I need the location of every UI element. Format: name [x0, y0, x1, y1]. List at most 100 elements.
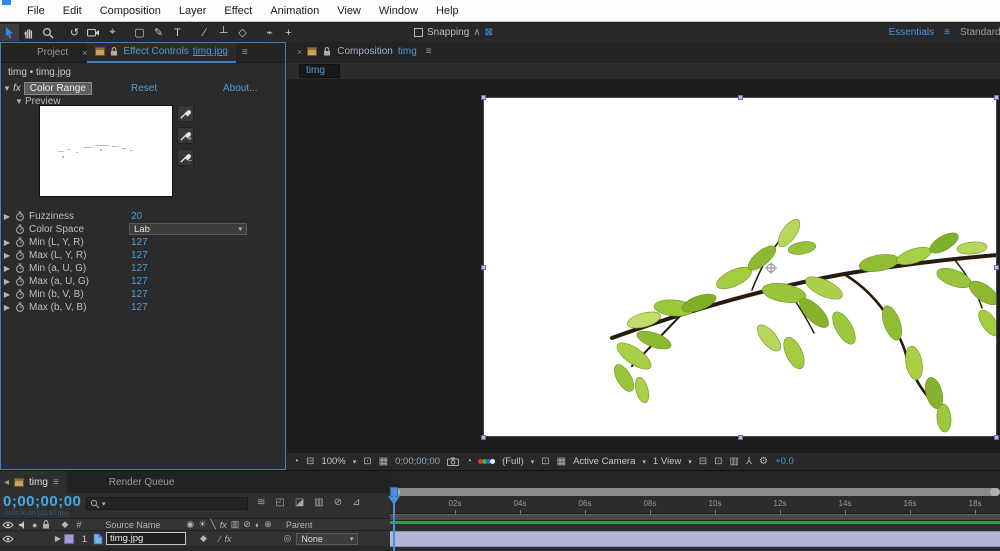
composition-viewer[interactable] [287, 79, 1000, 452]
time-ruler[interactable]: 02s 04s 06s 08s 10s 12s 14s 16s 18s [390, 496, 1000, 514]
shy-switch-icon[interactable]: ◉ [186, 519, 194, 530]
preview-expander-icon[interactable]: ▼ [13, 97, 25, 106]
graph-editor-icon[interactable]: ⊿ [352, 497, 360, 508]
lock-column-icon[interactable] [41, 519, 51, 530]
effect-expander-icon[interactable]: ▼ [1, 84, 13, 93]
panel-menu-icon[interactable]: ≡ [242, 47, 248, 58]
preview-matte-thumbnail[interactable] [39, 105, 173, 197]
parent-column-label[interactable]: Parent [286, 520, 313, 530]
magnification-value[interactable]: 100% [321, 456, 345, 467]
property-row-min-bvb[interactable]: ▶ Min (b, V, B) 127 [1, 288, 285, 301]
reset-exposure-icon[interactable]: ⚙ [759, 456, 768, 467]
stopwatch-icon[interactable] [15, 224, 25, 235]
layer-track-lane[interactable] [390, 524, 1000, 551]
brush-tool-icon[interactable]: ∕ [195, 24, 214, 41]
navigator-end-handle[interactable] [990, 488, 1000, 496]
property-row-color-space[interactable]: Color Space Lab ▾ [1, 223, 285, 236]
menu-animation[interactable]: Animation [261, 5, 328, 17]
stopwatch-icon[interactable] [15, 302, 25, 313]
expander-icon[interactable]: ▶ [1, 303, 13, 312]
zoom-tool-icon[interactable] [38, 24, 57, 41]
parent-pickwhip-icon[interactable]: ◎ [283, 533, 291, 544]
eraser-tool-icon[interactable]: ◇ [233, 24, 252, 41]
camera-tool-icon[interactable] [84, 24, 103, 41]
property-value[interactable]: 127 [131, 302, 148, 313]
tab-render-queue[interactable]: Render Queue [109, 477, 175, 488]
property-value[interactable]: 127 [131, 250, 148, 261]
camera-caret-icon[interactable]: ▾ [642, 458, 646, 466]
expander-icon[interactable]: ▶ [1, 251, 13, 260]
layer-label-color-chip[interactable] [64, 534, 74, 544]
layer-expander-icon[interactable]: ▶ [52, 534, 64, 543]
menu-view[interactable]: View [328, 5, 370, 17]
guides-icon[interactable]: ⊡ [363, 456, 371, 467]
key-color-eyedropper-button[interactable] [177, 105, 194, 122]
snapping-checkbox[interactable] [414, 28, 423, 37]
effect-header-row[interactable]: ▼ fx Color Range Reset About... [1, 81, 285, 95]
solo-column-icon[interactable]: ● [32, 520, 37, 530]
fast-previews-icon[interactable]: ⊡ [714, 456, 722, 467]
selection-handle[interactable] [994, 95, 999, 100]
property-row-fuzziness[interactable]: ▶ Fuzziness 20 [1, 210, 285, 223]
menu-layer[interactable]: Layer [170, 5, 216, 17]
collapse-switch-icon[interactable]: ☀ [198, 519, 206, 530]
motion-blur-icon[interactable]: ⊘ [334, 497, 342, 508]
property-row-min-aug[interactable]: ▶ Min (a, U, G) 127 [1, 262, 285, 275]
rectangle-tool-icon[interactable]: ▢ [130, 24, 149, 41]
resolution-value[interactable]: (Full) [502, 456, 524, 467]
menu-effect[interactable]: Effect [215, 5, 261, 17]
workspace-standard[interactable]: Standard [960, 27, 1000, 38]
menu-composition[interactable]: Composition [91, 5, 170, 17]
pan-behind-tool-icon[interactable]: ⌖ [103, 24, 122, 41]
stopwatch-icon[interactable] [15, 263, 25, 274]
draft-3d-icon[interactable]: ◰ [275, 497, 284, 508]
stopwatch-icon[interactable] [15, 276, 25, 287]
tab-effect-controls[interactable]: Effect Controls timg.jpg [87, 43, 235, 63]
active-camera-value[interactable]: Active Camera [573, 456, 635, 467]
stopwatch-icon[interactable] [15, 289, 25, 300]
pen-tool-icon[interactable]: ✎ [149, 24, 168, 41]
show-channels-icon[interactable] [479, 459, 495, 464]
layer-quality-icon[interactable]: ∕ [219, 534, 221, 544]
tab-composition-label[interactable]: Composition [337, 46, 393, 57]
selection-handle[interactable] [994, 435, 999, 440]
menu-file[interactable]: File [18, 5, 54, 17]
time-navigator[interactable] [390, 488, 1000, 496]
property-row-max-aug[interactable]: ▶ Max (a, U, G) 127 [1, 275, 285, 288]
selection-handle[interactable] [738, 95, 743, 100]
effect-reset-link[interactable]: Reset [131, 83, 157, 94]
fx-switch-icon[interactable]: fx [220, 520, 227, 530]
add-color-eyedropper-button[interactable]: + [177, 127, 194, 144]
rotate-tool-icon[interactable]: ↺ [65, 24, 84, 41]
panel-menu-icon[interactable]: ≡ [53, 477, 59, 488]
layer-collapse-icon[interactable]: ◆ [200, 533, 207, 544]
property-value[interactable]: 127 [131, 237, 148, 248]
hand-tool-icon[interactable] [19, 24, 38, 41]
snapshot-icon[interactable] [447, 457, 459, 466]
tab-timeline-timg[interactable]: ◂ timg ≡ [0, 471, 67, 493]
composition-breadcrumb[interactable]: timg [299, 64, 340, 78]
region-of-interest-icon[interactable]: ⊡ [541, 456, 549, 467]
view-layout-value[interactable]: 1 View [653, 456, 681, 467]
view-caret-icon[interactable]: ▾ [688, 458, 692, 466]
comp-flowchart-icon[interactable]: ⅄ [746, 456, 752, 467]
selection-handle[interactable] [994, 265, 999, 270]
transparency-grid-icon[interactable]: ▦ [557, 456, 566, 467]
back-arrow-icon[interactable]: ◂ [4, 477, 9, 488]
always-preview-icon[interactable]: ◔ [293, 456, 299, 467]
tab-project[interactable]: Project [1, 47, 82, 58]
layer-fx-icon[interactable]: fx [224, 534, 231, 544]
layer-duration-bar[interactable] [390, 531, 1000, 547]
selection-handle[interactable] [481, 95, 486, 100]
color-space-dropdown[interactable]: Lab ▾ [129, 223, 247, 235]
audio-column-speaker-icon[interactable] [18, 520, 28, 530]
quality-switch-icon[interactable]: ╲ [210, 519, 215, 530]
current-timecode[interactable]: 0;00;00;00 [3, 493, 81, 510]
timeline-button-icon[interactable]: ▥ [730, 456, 739, 467]
stopwatch-icon[interactable] [15, 211, 25, 222]
video-column-eye-icon[interactable] [2, 521, 14, 529]
roto-brush-tool-icon[interactable]: ⌁ [260, 24, 279, 41]
timeline-search-field[interactable]: ▾ [86, 497, 248, 510]
expander-icon[interactable]: ▶ [1, 238, 13, 247]
layer-visibility-eye-icon[interactable] [2, 535, 14, 543]
